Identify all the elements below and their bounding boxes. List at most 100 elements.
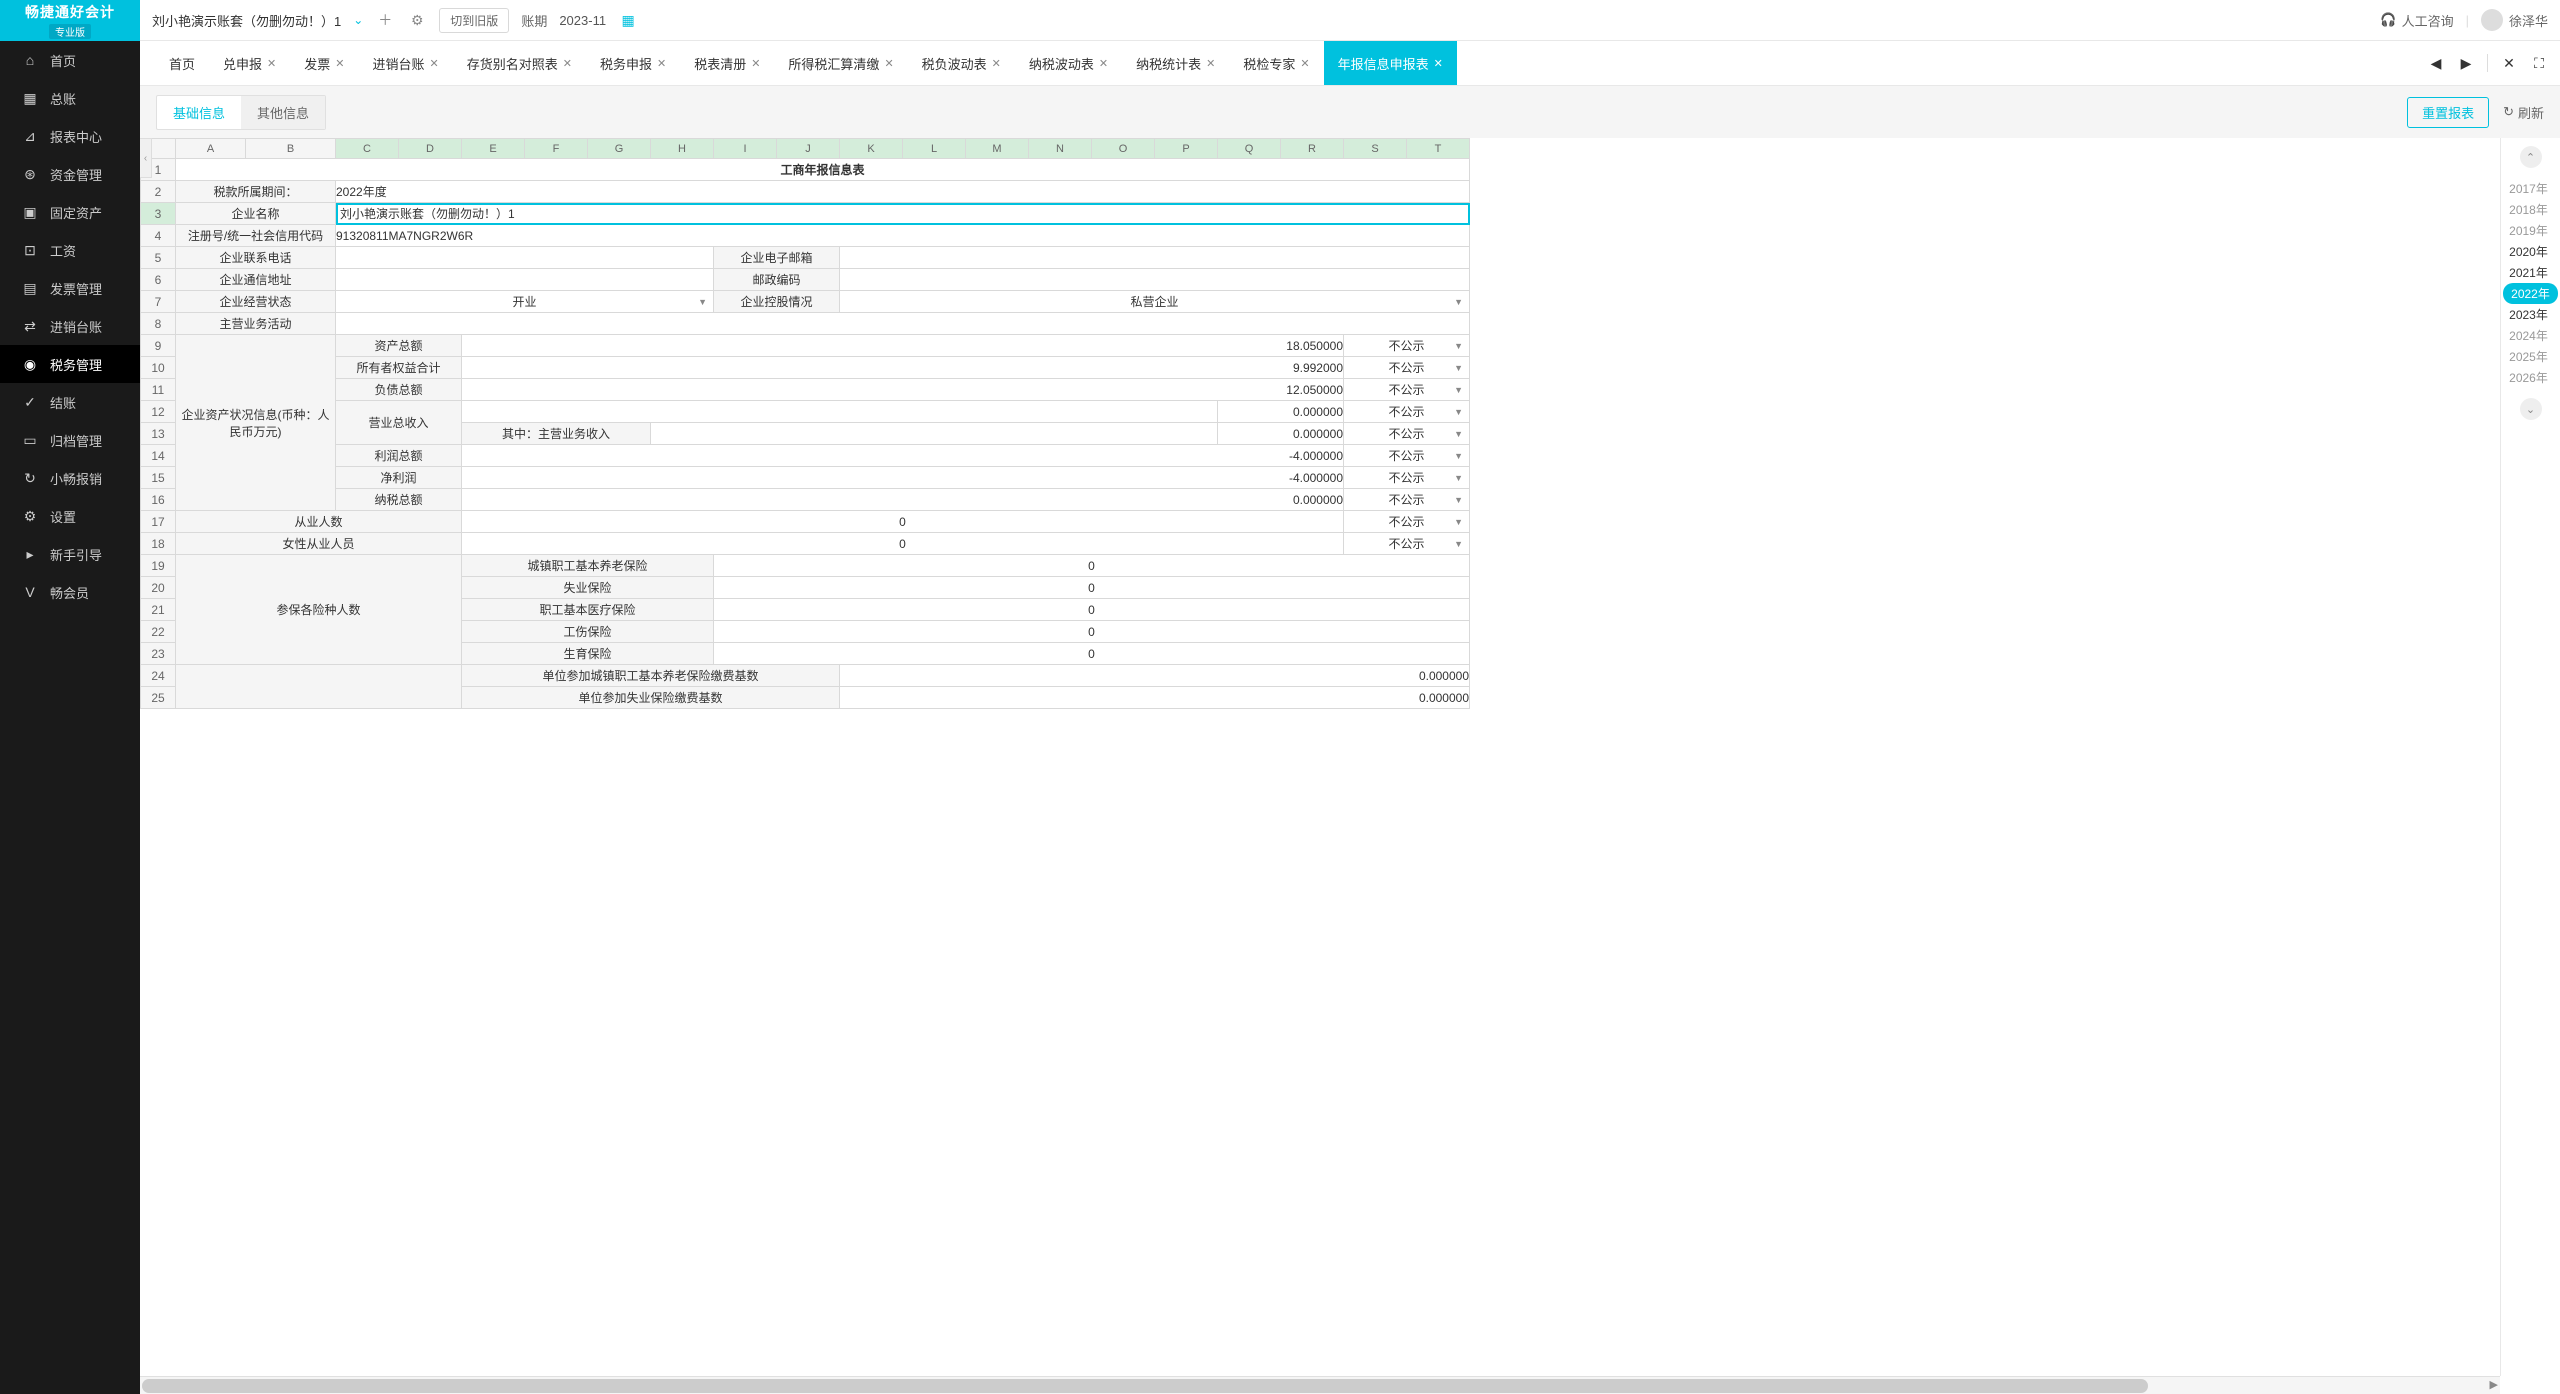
cell[interactable]: 0.000000: [462, 489, 1344, 511]
period-value[interactable]: 2023-11: [559, 13, 606, 28]
cell[interactable]: 企业资产状况信息(币种：人民币万元): [176, 335, 336, 511]
tab-0[interactable]: 首页: [155, 41, 209, 85]
cell[interactable]: 18.050000: [462, 335, 1344, 357]
col-header-P[interactable]: P: [1155, 139, 1218, 159]
sidebar-item-6[interactable]: ▤发票管理: [0, 269, 140, 307]
row-num[interactable]: 8: [141, 313, 176, 335]
col-header-I[interactable]: I: [714, 139, 777, 159]
cell[interactable]: 0: [714, 599, 1470, 621]
cell[interactable]: 城镇职工基本养老保险: [462, 555, 714, 577]
collapse-handle-icon[interactable]: ‹: [140, 138, 152, 178]
sidebar-item-1[interactable]: ▦总账: [0, 79, 140, 117]
cell[interactable]: 不公示: [1344, 379, 1470, 401]
tab-4[interactable]: 存货别名对照表✕: [453, 41, 586, 85]
row-num[interactable]: 25: [141, 687, 176, 709]
cell[interactable]: 0: [714, 555, 1470, 577]
tab-8[interactable]: 税负波动表✕: [908, 41, 1015, 85]
cell[interactable]: 工商年报信息表: [176, 159, 1470, 181]
spreadsheet[interactable]: ABCDEFGHIJKLMNOPQRST1工商年报信息表2税款所属期间：2022…: [140, 138, 2500, 1376]
col-header-J[interactable]: J: [777, 139, 840, 159]
close-icon[interactable]: ✕: [657, 57, 666, 70]
close-icon[interactable]: ✕: [1206, 57, 1215, 70]
cell[interactable]: 2022年度: [336, 181, 1470, 203]
year-2024年[interactable]: 2024年: [2503, 325, 2558, 346]
row-num[interactable]: 2: [141, 181, 176, 203]
cell[interactable]: [840, 269, 1470, 291]
sidebar-item-8[interactable]: ◉税务管理: [0, 345, 140, 383]
cell[interactable]: 营业总收入: [336, 401, 462, 445]
calendar-icon[interactable]: ▦: [618, 10, 638, 30]
cell[interactable]: 职工基本医疗保险: [462, 599, 714, 621]
cell[interactable]: [336, 269, 714, 291]
cell[interactable]: 不公示: [1344, 533, 1470, 555]
cell[interactable]: 纳税总额: [336, 489, 462, 511]
cell[interactable]: [840, 247, 1470, 269]
cell[interactable]: 失业保险: [462, 577, 714, 599]
cell[interactable]: 注册号/统一社会信用代码: [176, 225, 336, 247]
user-menu[interactable]: 徐泽华: [2481, 9, 2548, 31]
cell[interactable]: 净利润: [336, 467, 462, 489]
cell[interactable]: 其中：主营业务收入: [462, 423, 651, 445]
sidebar-item-5[interactable]: ⊡工资: [0, 231, 140, 269]
col-header-N[interactable]: N: [1029, 139, 1092, 159]
cell[interactable]: 参保各险种人数: [176, 555, 462, 665]
sidebar-item-9[interactable]: ✓结账: [0, 383, 140, 421]
sidebar-item-14[interactable]: V畅会员: [0, 573, 140, 611]
col-header-M[interactable]: M: [966, 139, 1029, 159]
tab-2[interactable]: 发票✕: [290, 41, 358, 85]
cell[interactable]: 不公示: [1344, 467, 1470, 489]
cell[interactable]: 邮政编码: [714, 269, 840, 291]
sidebar-item-7[interactable]: ⇄进销台账: [0, 307, 140, 345]
col-header-D[interactable]: D: [399, 139, 462, 159]
cell[interactable]: 不公示: [1344, 511, 1470, 533]
col-header-K[interactable]: K: [840, 139, 903, 159]
sidebar-item-12[interactable]: ⚙设置: [0, 497, 140, 535]
col-header-B[interactable]: B: [246, 139, 336, 159]
tab-3[interactable]: 进销台账✕: [358, 41, 452, 85]
cell[interactable]: 刘小艳演示账套（勿删勿动！）1: [336, 203, 1470, 225]
reset-report-button[interactable]: 重置报表: [2407, 97, 2489, 128]
cell[interactable]: 12.050000: [462, 379, 1344, 401]
chevron-down-icon[interactable]: ⌄: [353, 13, 363, 27]
tab-9[interactable]: 纳税波动表✕: [1015, 41, 1122, 85]
row-num[interactable]: 9: [141, 335, 176, 357]
cell[interactable]: 不公示: [1344, 445, 1470, 467]
col-header-C[interactable]: C: [336, 139, 399, 159]
switch-old-button[interactable]: 切到旧版: [439, 8, 509, 33]
add-icon[interactable]: ＋: [375, 10, 395, 30]
tab-10[interactable]: 纳税统计表✕: [1122, 41, 1229, 85]
row-num[interactable]: 10: [141, 357, 176, 379]
col-header-O[interactable]: O: [1092, 139, 1155, 159]
tab-prev-icon[interactable]: ◀: [2423, 50, 2449, 76]
subtab-0[interactable]: 基础信息: [157, 96, 241, 129]
row-num[interactable]: 4: [141, 225, 176, 247]
col-header-E[interactable]: E: [462, 139, 525, 159]
cell[interactable]: 企业名称: [176, 203, 336, 225]
row-num[interactable]: 18: [141, 533, 176, 555]
row-num[interactable]: 7: [141, 291, 176, 313]
close-icon[interactable]: ✕: [430, 57, 439, 70]
tab-1[interactable]: 兑申报✕: [209, 41, 290, 85]
cell[interactable]: [176, 665, 462, 709]
cell[interactable]: 企业联系电话: [176, 247, 336, 269]
row-num[interactable]: 22: [141, 621, 176, 643]
cell[interactable]: 0: [714, 643, 1470, 665]
account-name[interactable]: 刘小艳演示账套（勿删勿动！）1: [152, 11, 341, 30]
col-header-G[interactable]: G: [588, 139, 651, 159]
cell[interactable]: 女性从业人员: [176, 533, 462, 555]
row-num[interactable]: 14: [141, 445, 176, 467]
row-num[interactable]: 23: [141, 643, 176, 665]
close-icon[interactable]: ✕: [267, 57, 276, 70]
year-2017年[interactable]: 2017年: [2503, 178, 2558, 199]
cell[interactable]: 资产总额: [336, 335, 462, 357]
cell[interactable]: 利润总额: [336, 445, 462, 467]
support-link[interactable]: 🎧 人工咨询: [2380, 11, 2453, 30]
sidebar-item-3[interactable]: ⊛资金管理: [0, 155, 140, 193]
tab-close-all-icon[interactable]: ✕: [2496, 50, 2522, 76]
subtab-1[interactable]: 其他信息: [241, 96, 325, 129]
row-num[interactable]: 3: [141, 203, 176, 225]
row-num[interactable]: 19: [141, 555, 176, 577]
tab-12[interactable]: 年报信息申报表✕: [1324, 41, 1457, 85]
cell[interactable]: 0: [462, 533, 1344, 555]
col-header-T[interactable]: T: [1407, 139, 1470, 159]
